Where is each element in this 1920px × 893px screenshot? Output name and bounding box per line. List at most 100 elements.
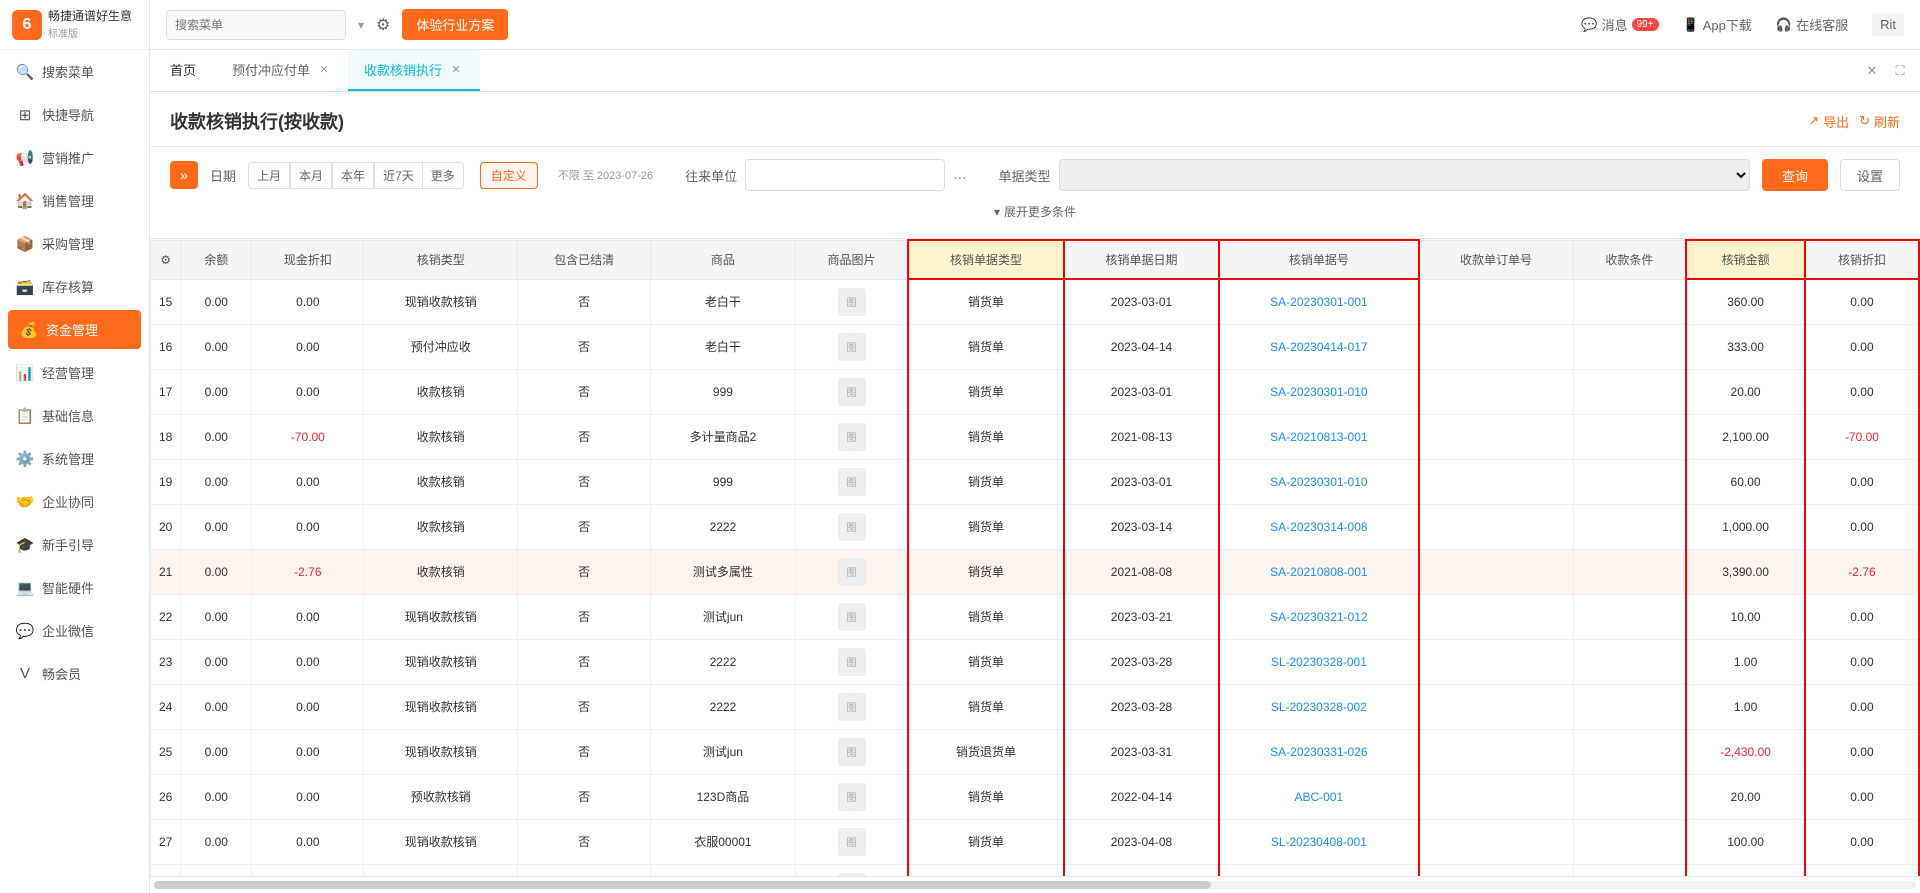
cell-goods-img: 图 [795, 504, 908, 549]
settings-icon[interactable]: ⚙ [376, 15, 390, 35]
cell-goods-img: 图 [795, 369, 908, 414]
settings-button[interactable]: 设置 [1840, 159, 1900, 191]
export-button[interactable]: ↗ 导出 [1808, 112, 1849, 131]
sidebar-item-member[interactable]: V畅会员 [0, 652, 149, 695]
sidebar-item-enterprise[interactable]: 🤝企业协同 [0, 480, 149, 523]
sidebar-item-marketing[interactable]: 📢 营销推广 [0, 136, 149, 179]
data-table-container[interactable]: ⚙ 余额 现金折扣 核销类型 包含已结清 商品 商品图片 核销单据类型 核销单据… [150, 239, 1920, 876]
cell-amount: 1.00 [1686, 639, 1805, 684]
scrollbar-track[interactable] [154, 881, 1916, 889]
tab-prepay-close[interactable]: ✕ [316, 62, 332, 78]
cell-num: 20 [151, 504, 181, 549]
unit-more-icon[interactable]: ... [953, 166, 966, 184]
cell-amount: 100.00 [1686, 819, 1805, 864]
cell-pay-cond [1573, 324, 1686, 369]
cell-num: 25 [151, 729, 181, 774]
logo-badge: 标准版 [48, 25, 132, 40]
cell-pay-cond [1573, 864, 1686, 876]
sidebar-label-search: 搜索菜单 [42, 62, 94, 81]
system-icon: ⚙️ [16, 450, 34, 468]
tab-writeoff-close[interactable]: ✕ [448, 62, 464, 78]
cell-amount: -2,430.00 [1686, 729, 1805, 774]
sidebar-item-finance[interactable]: 💰资金管理 [8, 310, 141, 349]
cell-balance: 0.00 [181, 639, 252, 684]
cell-goods-img: 图 [795, 639, 908, 684]
filter-expand-button[interactable]: » [170, 161, 198, 189]
cell-writeoff-type: 现销收款核销 [364, 594, 518, 639]
sidebar-item-basic[interactable]: 📋基础信息 [0, 394, 149, 437]
close-tab-icon[interactable]: ✕ [1860, 59, 1884, 83]
cell-pay-cond [1573, 459, 1686, 504]
query-button[interactable]: 查询 [1762, 159, 1828, 191]
cell-pay-cond [1573, 414, 1686, 459]
horizontal-scrollbar[interactable] [150, 876, 1920, 893]
main-content: ▾ ⚙ 体验行业方案 💬 消息 99+ 📱 App下载 🎧 在线客服 Rit 首… [150, 0, 1920, 893]
cell-bill-type: 销货单 [908, 819, 1063, 864]
sidebar-item-quicknav[interactable]: ⊞快捷导航 [0, 93, 149, 136]
filter-row: » 日期 上月 本月 本年 近7天 更多 自定义 不限 至 2023-07-26… [170, 159, 1900, 191]
sidebar-item-inventory[interactable]: 🗃️库存核算 [0, 265, 149, 308]
online-service-button[interactable]: 🎧 在线客服 [1776, 15, 1848, 34]
cell-writeoff-type: 收款核销 [364, 414, 518, 459]
cell-bill-date: 2021-08-13 [1064, 414, 1219, 459]
message-button[interactable]: 💬 消息 99+ [1581, 15, 1658, 34]
cell-cash-discount: 0.00 [252, 369, 364, 414]
sidebar-label-marketing: 营销推广 [42, 148, 94, 167]
date-opt-more[interactable]: 更多 [423, 162, 464, 189]
search-input[interactable] [166, 10, 346, 40]
sidebar-label-sales: 销售管理 [42, 191, 94, 210]
date-opt-7days[interactable]: 近7天 [374, 162, 423, 189]
cell-amount: 20.00 [1686, 774, 1805, 819]
message-badge: 99+ [1632, 18, 1659, 31]
sidebar-label-wechat: 企业微信 [42, 621, 94, 640]
maximize-icon[interactable]: ⛶ [1888, 59, 1912, 83]
cell-bill-type: 销货单 [908, 414, 1063, 459]
sidebar-item-purchase[interactable]: 📦采购管理 [0, 222, 149, 265]
table-row: 26 0.00 0.00 预收款核销 否 123D商品 图 销货单 2022-0… [151, 774, 1920, 819]
sidebar-item-hardware[interactable]: 💻智能硬件 [0, 566, 149, 609]
sidebar-item-wechat[interactable]: 💬企业微信 [0, 609, 149, 652]
operation-icon: 📊 [16, 364, 34, 382]
sidebar-item-operation[interactable]: 📊经营管理 [0, 351, 149, 394]
unit-input[interactable] [745, 159, 945, 191]
search-icon: 🔍 [16, 63, 34, 81]
cell-pay-cond [1573, 684, 1686, 729]
cell-bill-date: 2023-03-28 [1064, 684, 1219, 729]
expand-more-button[interactable]: ▾ 展开更多条件 [988, 197, 1082, 226]
date-opt-this-year[interactable]: 本年 [332, 162, 374, 189]
table-row: 22 0.00 0.00 现销收款核销 否 测试jun 图 销货单 2023-0… [151, 594, 1920, 639]
tab-prepay[interactable]: 预付冲应付单 ✕ [216, 50, 348, 91]
marketing-icon: 📢 [16, 149, 34, 167]
table-row: 17 0.00 0.00 收款核销 否 999 图 销货单 2023-03-01… [151, 369, 1920, 414]
date-custom-button[interactable]: 自定义 [480, 162, 538, 189]
page-title: 收款核销执行(按收款) [170, 108, 344, 134]
cell-bill-no: SL-20230328-002 [1219, 684, 1418, 729]
refresh-button[interactable]: ↻ 刷新 [1859, 112, 1900, 131]
table-row: 28 0.00 0.00 现销收款核销 否 2222 图 销货单 2023-04… [151, 864, 1920, 876]
sidebar-item-system[interactable]: ⚙️系统管理 [0, 437, 149, 480]
order-type-select[interactable] [1059, 159, 1750, 191]
app-download-button[interactable]: 📱 App下载 [1683, 15, 1752, 34]
tab-bar: 首页 预付冲应付单 ✕ 收款核销执行 ✕ ✕ ⛶ [150, 50, 1920, 92]
chevron-down-icon[interactable]: ▾ [358, 18, 364, 32]
th-balance: 余额 [181, 240, 252, 279]
sidebar-item-search[interactable]: 🔍 搜索菜单 [0, 50, 149, 93]
cell-goods: 999 [651, 369, 796, 414]
tab-home[interactable]: 首页 [150, 50, 216, 91]
cell-bill-no: SA-20230321-012 [1219, 594, 1418, 639]
industry-solution-button[interactable]: 体验行业方案 [402, 9, 508, 40]
scrollbar-thumb[interactable] [154, 881, 1211, 889]
sidebar-item-sales[interactable]: 🏠销售管理 [0, 179, 149, 222]
finance-icon: 💰 [20, 321, 38, 339]
date-opt-last-month[interactable]: 上月 [248, 162, 290, 189]
cell-num: 26 [151, 774, 181, 819]
cell-balance: 0.00 [181, 729, 252, 774]
date-opt-this-month[interactable]: 本月 [290, 162, 332, 189]
sidebar-item-guide[interactable]: 🎓新手引导 [0, 523, 149, 566]
date-options: 上月 本月 本年 近7天 更多 [248, 162, 464, 189]
cell-writeoff-type: 现销收款核销 [364, 819, 518, 864]
cell-balance: 0.00 [181, 414, 252, 459]
tab-writeoff[interactable]: 收款核销执行 ✕ [348, 50, 480, 91]
cell-pay-cond [1573, 369, 1686, 414]
cell-num: 27 [151, 819, 181, 864]
